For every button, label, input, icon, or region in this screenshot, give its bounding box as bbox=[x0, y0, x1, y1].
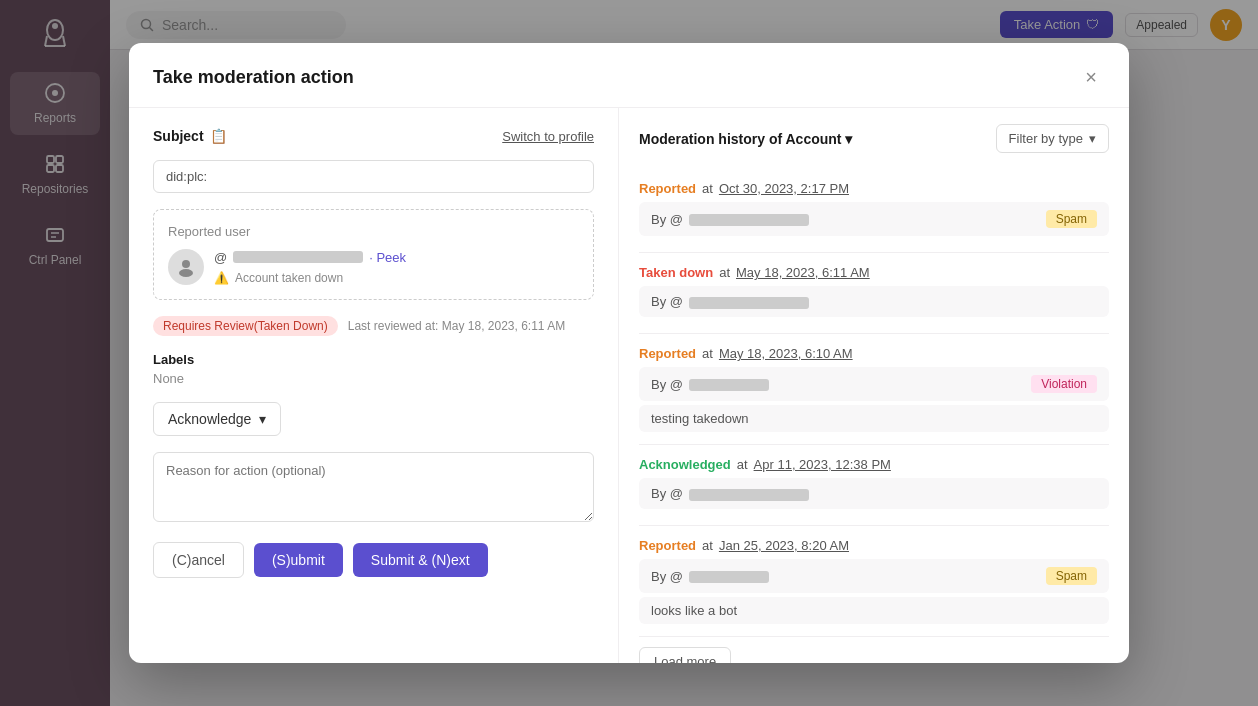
history-entry-3: Reported at May 18, 2023, 6:10 AM By @ V… bbox=[639, 334, 1109, 445]
last-reviewed-text: Last reviewed at: May 18, 2023, 6:11 AM bbox=[348, 319, 565, 333]
entry-1-body: By @ Spam bbox=[639, 202, 1109, 236]
reported-user-box: Reported user @ · Peek bbox=[153, 209, 594, 300]
user-info: @ · Peek ⚠️ Account taken down bbox=[214, 250, 406, 285]
entry-5-header: Reported at Jan 25, 2023, 8:20 AM bbox=[639, 538, 1109, 553]
entry-5-handle bbox=[689, 571, 769, 583]
entry-1-preposition: at bbox=[702, 181, 713, 196]
entry-3-type: Reported bbox=[639, 346, 696, 361]
svg-point-16 bbox=[182, 260, 190, 268]
entry-4-header: Acknowledged at Apr 11, 2023, 12:38 PM bbox=[639, 457, 1109, 472]
warning-icon: ⚠️ bbox=[214, 271, 229, 285]
submit-next-button[interactable]: Submit & (N)ext bbox=[353, 543, 488, 577]
entry-2-body: By @ bbox=[639, 286, 1109, 317]
modal-title: Take moderation action bbox=[153, 67, 354, 88]
subject-input[interactable] bbox=[153, 160, 594, 193]
modal-header: Take moderation action × bbox=[129, 43, 1129, 108]
reported-user-label: Reported user bbox=[168, 224, 579, 239]
reason-textarea[interactable] bbox=[153, 452, 594, 522]
entry-3-header: Reported at May 18, 2023, 6:10 AM bbox=[639, 346, 1109, 361]
entry-4-body: By @ bbox=[639, 478, 1109, 509]
entry-3-preposition: at bbox=[702, 346, 713, 361]
cancel-button[interactable]: (C)ancel bbox=[153, 542, 244, 578]
load-more-button[interactable]: Load more bbox=[639, 647, 731, 663]
entry-2-date[interactable]: May 18, 2023, 6:11 AM bbox=[736, 265, 870, 280]
entry-3-body: By @ Violation bbox=[639, 367, 1109, 401]
user-handle: @ · Peek bbox=[214, 250, 406, 265]
entry-4-date[interactable]: Apr 11, 2023, 12:38 PM bbox=[754, 457, 891, 472]
user-avatar-icon bbox=[168, 249, 204, 285]
entry-1-handle bbox=[689, 214, 809, 226]
entry-1-header: Reported at Oct 30, 2023, 2:17 PM bbox=[639, 181, 1109, 196]
review-row: Requires Review(Taken Down) Last reviewe… bbox=[153, 316, 594, 336]
labels-label: Labels bbox=[153, 352, 594, 367]
modal-overlay: Take moderation action × Subject 📋 Switc… bbox=[0, 0, 1258, 706]
entry-3-badge: Violation bbox=[1031, 375, 1097, 393]
at-symbol: @ bbox=[214, 250, 227, 265]
history-entry-2: Taken down at May 18, 2023, 6:11 AM By @ bbox=[639, 253, 1109, 334]
entry-4-handle bbox=[689, 489, 809, 501]
entry-5-preposition: at bbox=[702, 538, 713, 553]
entry-4-by: By @ bbox=[651, 486, 809, 501]
entry-1-type: Reported bbox=[639, 181, 696, 196]
entry-5-type: Reported bbox=[639, 538, 696, 553]
entry-3-by: By @ bbox=[651, 377, 769, 392]
modal-close-button[interactable]: × bbox=[1077, 63, 1105, 91]
entry-3-note: testing takedown bbox=[639, 405, 1109, 432]
labels-value: None bbox=[153, 371, 594, 386]
history-entry-5: Reported at Jan 25, 2023, 8:20 AM By @ S… bbox=[639, 526, 1109, 637]
entry-2-header: Taken down at May 18, 2023, 6:11 AM bbox=[639, 265, 1109, 280]
filter-chevron-icon: ▾ bbox=[1089, 131, 1096, 146]
entry-5-body: By @ Spam bbox=[639, 559, 1109, 593]
clipboard-icon: 📋 bbox=[210, 128, 227, 144]
svg-point-17 bbox=[179, 269, 193, 277]
submit-button[interactable]: (S)ubmit bbox=[254, 543, 343, 577]
taken-down-notice: ⚠️ Account taken down bbox=[214, 271, 406, 285]
entry-2-type: Taken down bbox=[639, 265, 713, 280]
entry-2-handle bbox=[689, 297, 809, 309]
labels-section: Labels None bbox=[153, 352, 594, 386]
entry-5-date[interactable]: Jan 25, 2023, 8:20 AM bbox=[719, 538, 849, 553]
entry-4-preposition: at bbox=[737, 457, 748, 472]
chevron-down-icon: ▾ bbox=[259, 411, 266, 427]
modal-right-panel: Moderation history of Account ▾ Filter b… bbox=[619, 108, 1129, 663]
history-entry-1: Reported at Oct 30, 2023, 2:17 PM By @ S… bbox=[639, 169, 1109, 253]
filter-by-type-button[interactable]: Filter by type ▾ bbox=[996, 124, 1109, 153]
entry-5-badge: Spam bbox=[1046, 567, 1097, 585]
history-entry-4: Acknowledged at Apr 11, 2023, 12:38 PM B… bbox=[639, 445, 1109, 526]
user-row: @ · Peek ⚠️ Account taken down bbox=[168, 249, 579, 285]
entry-5-by: By @ bbox=[651, 569, 769, 584]
entry-5-note: looks like a bot bbox=[639, 597, 1109, 624]
peek-link[interactable]: · Peek bbox=[369, 250, 406, 265]
entry-2-by: By @ bbox=[651, 294, 809, 309]
entry-3-handle bbox=[689, 379, 769, 391]
status-badge: Requires Review(Taken Down) bbox=[153, 316, 338, 336]
subject-row: Subject 📋 Switch to profile bbox=[153, 128, 594, 144]
entry-2-preposition: at bbox=[719, 265, 730, 280]
modal: Take moderation action × Subject 📋 Switc… bbox=[129, 43, 1129, 663]
chevron-down-icon: ▾ bbox=[845, 131, 852, 147]
modal-left-panel: Subject 📋 Switch to profile Reported use… bbox=[129, 108, 619, 663]
modal-body: Subject 📋 Switch to profile Reported use… bbox=[129, 108, 1129, 663]
entry-1-by: By @ bbox=[651, 212, 809, 227]
entry-1-date[interactable]: Oct 30, 2023, 2:17 PM bbox=[719, 181, 849, 196]
modal-actions: (C)ancel (S)ubmit Submit & (N)ext bbox=[153, 542, 594, 578]
action-dropdown-button[interactable]: Acknowledge ▾ bbox=[153, 402, 281, 436]
entry-4-type: Acknowledged bbox=[639, 457, 731, 472]
history-title[interactable]: Moderation history of Account ▾ bbox=[639, 131, 852, 147]
entry-3-date[interactable]: May 18, 2023, 6:10 AM bbox=[719, 346, 853, 361]
right-panel-header: Moderation history of Account ▾ Filter b… bbox=[639, 124, 1109, 153]
action-dropdown: Acknowledge ▾ bbox=[153, 402, 594, 436]
switch-to-profile-button[interactable]: Switch to profile bbox=[502, 129, 594, 144]
subject-label: Subject 📋 bbox=[153, 128, 227, 144]
entry-1-badge: Spam bbox=[1046, 210, 1097, 228]
handle-redacted bbox=[233, 251, 363, 263]
